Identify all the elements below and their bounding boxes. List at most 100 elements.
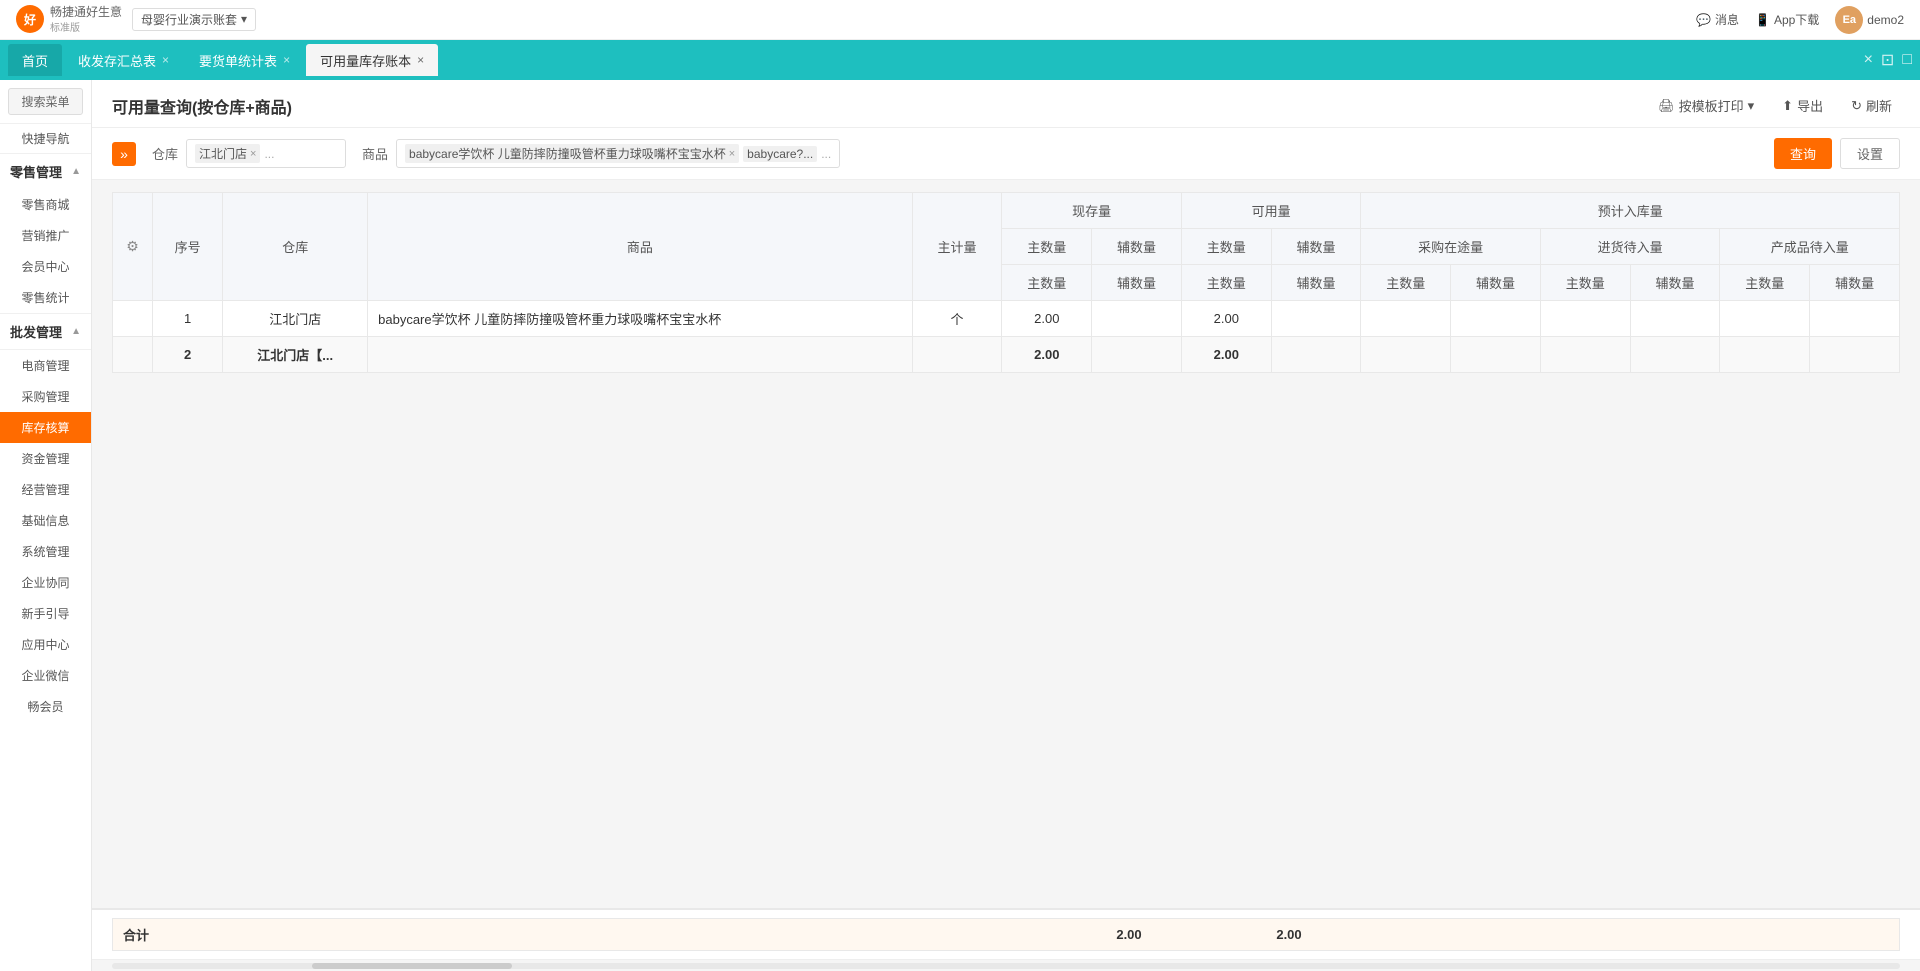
product-tag-1-remove[interactable]: × bbox=[729, 148, 735, 160]
sidebar-item-member-center[interactable]: 会员中心 bbox=[0, 251, 91, 282]
export-icon: ⬆ bbox=[1782, 98, 1793, 114]
tab-home-label: 首页 bbox=[22, 51, 48, 70]
sidebar-section-wholesale: 批发管理 ▲ bbox=[0, 314, 91, 350]
warehouse-tag-remove[interactable]: × bbox=[250, 148, 256, 160]
logo-sub: 标准版 bbox=[50, 19, 122, 34]
pt-aux: 辅数量 bbox=[1451, 265, 1541, 301]
col-settings-header[interactable]: ⚙ bbox=[113, 193, 153, 301]
wholesale-label: 批发管理 bbox=[10, 322, 62, 341]
product-tag-2-text: babycare?... bbox=[747, 147, 813, 161]
logo-text-area: 畅捷通好生意 标准版 bbox=[50, 5, 122, 34]
sidebar-item-appstore[interactable]: 应用中心 bbox=[0, 629, 91, 660]
data-table: ⚙ 序号 仓库 商品 主计量 现存量 可用量 预计入库量 主数量 辅数量 主数量 bbox=[112, 192, 1900, 373]
nav-tabs: 首页 收发存汇总表 × 要货单统计表 × 可用量库存账本 × × ⊡ □ bbox=[0, 40, 1920, 80]
print-chevron-icon: ▾ bbox=[1748, 98, 1755, 114]
retail-arrow-icon: ▲ bbox=[71, 166, 81, 177]
cs-main: 主数量 bbox=[1002, 265, 1092, 301]
pp-main: 主数量 bbox=[1720, 265, 1810, 301]
industry-selector[interactable]: 母婴行业演示账套 ▾ bbox=[132, 8, 256, 31]
row1-current-main: 2.00 bbox=[1002, 301, 1092, 337]
query-button[interactable]: 查询 bbox=[1774, 138, 1832, 169]
sidebar-item-operations[interactable]: 经营管理 bbox=[0, 474, 91, 505]
page-header-actions: 🖨 按模板打印 ▾ ⬆ 导出 ↻ 刷新 bbox=[1650, 92, 1900, 119]
row1-avail-aux bbox=[1271, 301, 1361, 337]
sidebar-item-system[interactable]: 系统管理 bbox=[0, 536, 91, 567]
row1-ip-aux bbox=[1630, 301, 1720, 337]
sidebar-section-wholesale-header[interactable]: 批发管理 ▲ bbox=[0, 314, 91, 349]
col-expected-in-header: 预计入库量 bbox=[1361, 193, 1900, 229]
tab-home[interactable]: 首页 bbox=[8, 44, 62, 76]
sidebar-item-member[interactable]: 畅会员 bbox=[0, 691, 91, 722]
sidebar-item-purchase[interactable]: 采购管理 bbox=[0, 381, 91, 412]
warehouse-tag-1: 江北门店 × bbox=[195, 144, 260, 163]
tab-receive-send-close[interactable]: × bbox=[162, 53, 169, 67]
tab-available-stock[interactable]: 可用量库存账本 × bbox=[306, 44, 438, 76]
row2-pt-aux bbox=[1451, 337, 1541, 373]
tab-available-stock-label: 可用量库存账本 bbox=[320, 51, 411, 70]
page-title: 可用量查询(按仓库+商品) bbox=[112, 94, 292, 118]
sidebar-item-finance[interactable]: 资金管理 bbox=[0, 443, 91, 474]
main-layout: 搜索菜单 快捷导航 零售管理 ▲ 零售商城 营销推广 会员中心 零售统计 批发管… bbox=[0, 80, 1920, 971]
content-area: 可用量查询(按仓库+商品) 🖨 按模板打印 ▾ ⬆ 导出 ↻ 刷新 bbox=[92, 80, 1920, 971]
row2-avail-main: 2.00 bbox=[1181, 337, 1271, 373]
user-profile[interactable]: Ea demo2 bbox=[1835, 6, 1904, 34]
col-index-header: 序号 bbox=[153, 193, 223, 301]
sidebar-item-ecommerce[interactable]: 电商管理 bbox=[0, 350, 91, 381]
row2-ip-main bbox=[1540, 337, 1630, 373]
top-bar-left: 好 畅捷通好生意 标准版 母婴行业演示账套 ▾ bbox=[16, 5, 256, 34]
row2-current-main: 2.00 bbox=[1002, 337, 1092, 373]
footer-avail-main: 2.00 bbox=[1249, 927, 1329, 942]
tab-available-stock-close[interactable]: × bbox=[417, 53, 424, 67]
export-btn[interactable]: ⬆ 导出 bbox=[1774, 92, 1831, 119]
sidebar-item-retail-stats[interactable]: 零售统计 bbox=[0, 282, 91, 313]
print-label: 按模板打印 bbox=[1679, 96, 1744, 115]
print-btn[interactable]: 🖨 按模板打印 ▾ bbox=[1650, 92, 1762, 119]
filter-expand-btn[interactable]: » bbox=[112, 142, 136, 166]
industry-label: 母婴行业演示账套 bbox=[141, 11, 237, 28]
search-menu-btn[interactable]: 搜索菜单 bbox=[8, 88, 83, 115]
tab-receive-send[interactable]: 收发存汇总表 × bbox=[64, 44, 183, 76]
message-btn[interactable]: 💬 消息 bbox=[1696, 11, 1739, 28]
quick-nav-btn[interactable]: 快捷导航 bbox=[0, 124, 91, 154]
product-input[interactable]: babycare学饮杯 儿童防摔防撞吸管杯重力球吸嘴杯宝宝水杯 × babyca… bbox=[396, 139, 840, 168]
scrollbar-track bbox=[112, 963, 1900, 969]
close-window-icon[interactable]: × bbox=[1864, 51, 1873, 69]
tab-actions: × ⊡ □ bbox=[1864, 50, 1912, 70]
col-unit-header: 主计量 bbox=[912, 193, 1002, 301]
sidebar-item-retail-mall[interactable]: 零售商城 bbox=[0, 189, 91, 220]
pp-aux: 辅数量 bbox=[1810, 265, 1900, 301]
warehouse-input[interactable]: 江北门店 × ... bbox=[186, 139, 346, 168]
avail-aux-qty-header: 辅数量 bbox=[1271, 229, 1361, 265]
top-bar: 好 畅捷通好生意 标准版 母婴行业演示账套 ▾ 💬 消息 📱 App下载 Ea … bbox=[0, 0, 1920, 40]
sidebar-item-newbie[interactable]: 新手引导 bbox=[0, 598, 91, 629]
minimize-icon[interactable]: ⊡ bbox=[1881, 50, 1894, 70]
sidebar-item-enterprise[interactable]: 企业协同 bbox=[0, 567, 91, 598]
avatar: Ea bbox=[1835, 6, 1863, 34]
product-more-btn[interactable]: ... bbox=[821, 147, 831, 161]
sidebar-item-inventory[interactable]: 库存核算 bbox=[0, 412, 91, 443]
col-current-stock-header: 现存量 bbox=[1002, 193, 1182, 229]
refresh-btn[interactable]: ↻ 刷新 bbox=[1843, 92, 1900, 119]
scrollbar-thumb[interactable] bbox=[312, 963, 512, 969]
row2-warehouse: 江北门店【... bbox=[223, 337, 368, 373]
sidebar-item-basic[interactable]: 基础信息 bbox=[0, 505, 91, 536]
sidebar: 搜索菜单 快捷导航 零售管理 ▲ 零售商城 营销推广 会员中心 零售统计 批发管… bbox=[0, 80, 92, 971]
sidebar-item-wechat[interactable]: 企业微信 bbox=[0, 660, 91, 691]
app-download-btn[interactable]: 📱 App下载 bbox=[1755, 11, 1819, 28]
sidebar-section-retail-header[interactable]: 零售管理 ▲ bbox=[0, 154, 91, 189]
tab-order-stats-close[interactable]: × bbox=[283, 53, 290, 67]
row1-settings bbox=[113, 301, 153, 337]
tab-order-stats[interactable]: 要货单统计表 × bbox=[185, 44, 304, 76]
settings-gear-icon[interactable]: ⚙ bbox=[126, 238, 139, 254]
sidebar-item-marketing[interactable]: 营销推广 bbox=[0, 220, 91, 251]
product-tag-1-text: babycare学饮杯 儿童防摔防撞吸管杯重力球吸嘴杯宝宝水杯 bbox=[409, 145, 726, 162]
ip-aux: 辅数量 bbox=[1630, 265, 1720, 301]
production-pending-header: 产成品待入量 bbox=[1720, 229, 1900, 265]
warehouse-more-btn[interactable]: ... bbox=[264, 147, 274, 161]
settings-button[interactable]: 设置 bbox=[1840, 138, 1900, 169]
row2-current-aux bbox=[1092, 337, 1182, 373]
sidebar-search-area: 搜索菜单 bbox=[0, 80, 91, 124]
logo-area: 好 畅捷通好生意 标准版 bbox=[16, 5, 122, 34]
wholesale-arrow-icon: ▲ bbox=[71, 326, 81, 337]
maximize-icon[interactable]: □ bbox=[1902, 51, 1912, 69]
